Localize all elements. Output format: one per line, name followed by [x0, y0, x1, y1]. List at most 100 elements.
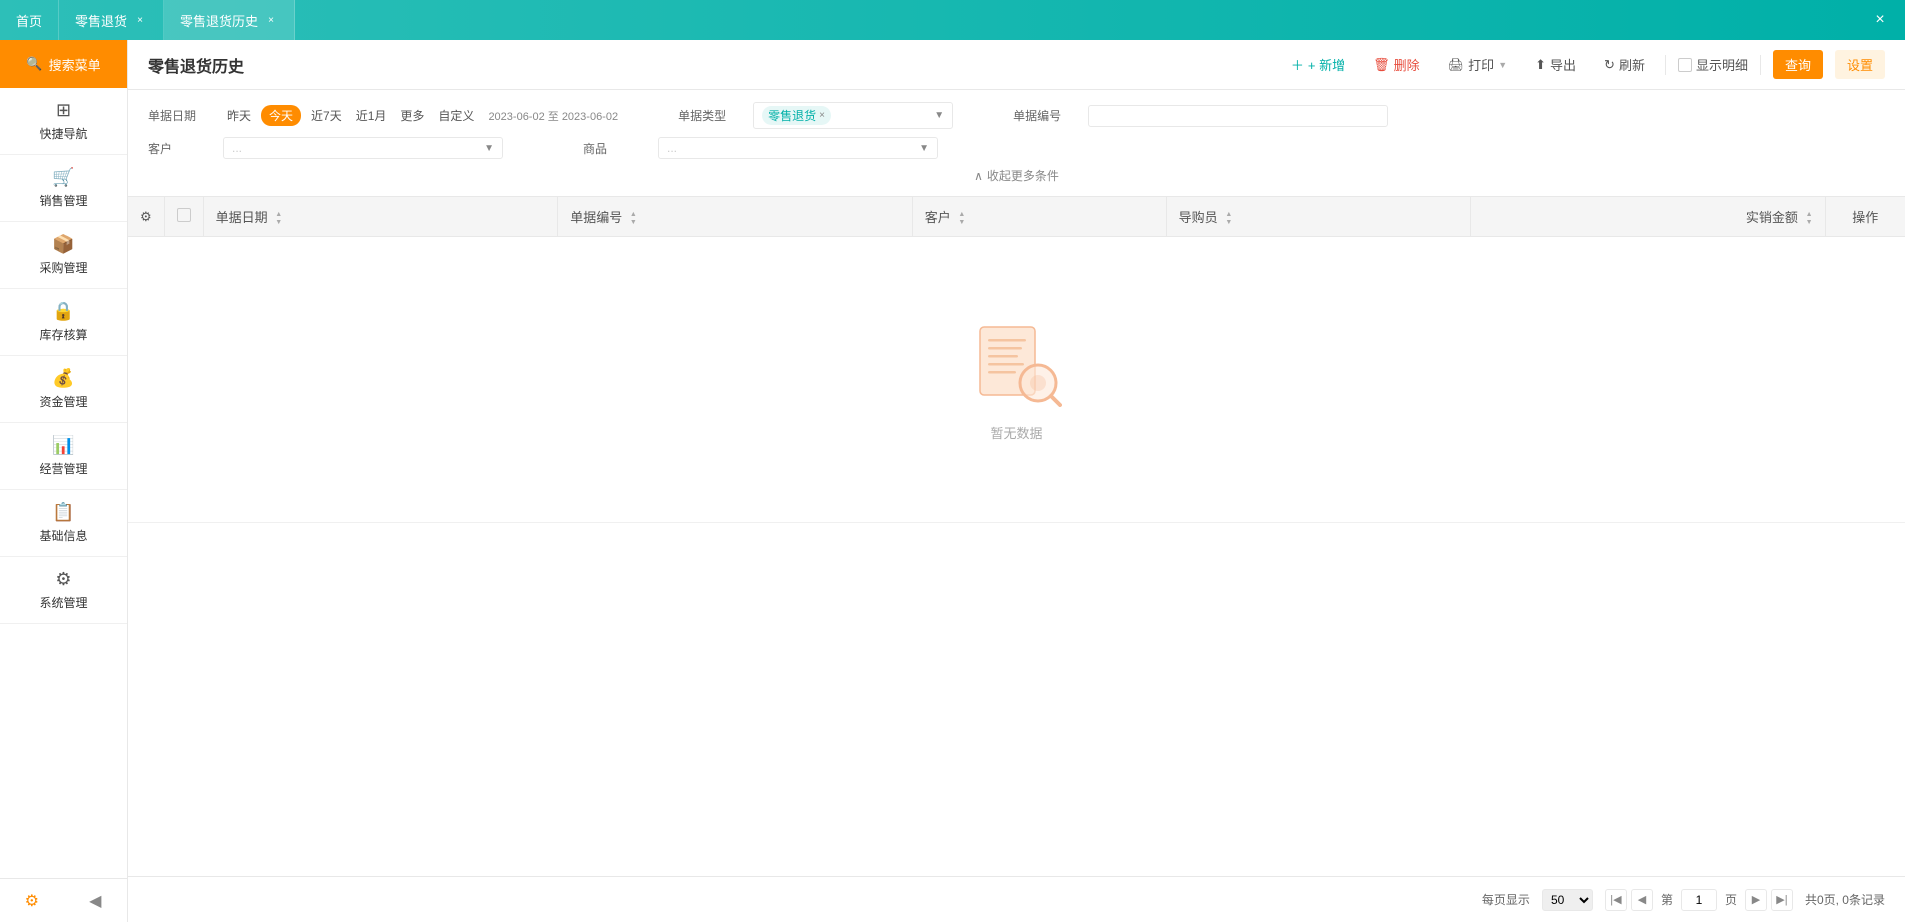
date-opt-today[interactable]: 今天: [261, 105, 301, 126]
page-unit: 页: [1725, 891, 1737, 908]
page-nav: |◀ ◀ 第 页 ▶ ▶|: [1605, 889, 1793, 911]
col-settings[interactable]: ⚙: [128, 197, 164, 237]
show-detail-label: 显示明细: [1696, 55, 1748, 74]
date-filter-label: 单据日期: [148, 107, 203, 124]
col-actions: 操作: [1825, 197, 1905, 237]
show-detail-toggle[interactable]: 显示明细: [1678, 55, 1748, 74]
filter-area: 单据日期 昨天 今天 近7天 近1月 更多 自定义 2023-06-02 至 2…: [128, 90, 1905, 197]
empty-text: 暂无数据: [990, 423, 1042, 442]
sidebar-search[interactable]: 🔍 搜索菜单: [0, 40, 127, 88]
doc-type-selector[interactable]: 零售退货 × ▼: [753, 102, 953, 129]
sidebar-gear-icon: ⚙: [25, 891, 39, 911]
col-doc-no[interactable]: 单据编号 ▲▼: [558, 197, 913, 237]
export-button[interactable]: ⬆ 导出: [1527, 51, 1584, 78]
guide-sort-icon: ▲▼: [1225, 211, 1232, 226]
customer-dropdown-arrow: ▼: [484, 143, 494, 154]
col-doc-date[interactable]: 单据日期 ▲▼: [203, 197, 558, 237]
window-close-button[interactable]: ×: [1855, 0, 1905, 40]
refresh-button[interactable]: ↻ 刷新: [1596, 51, 1653, 78]
goods-placeholder: ...: [667, 141, 677, 155]
sidebar-item-system-label: 系统管理: [39, 594, 87, 611]
date-opt-custom[interactable]: 自定义: [434, 105, 478, 126]
tab-home-label: 首页: [16, 11, 42, 30]
date-opt-yesterday[interactable]: 昨天: [223, 105, 255, 126]
col-guide[interactable]: 导购员 ▲▼: [1166, 197, 1470, 237]
sidebar: 🔍 搜索菜单 ⊞ 快捷导航 🛒 销售管理 📦 采购管理 🔒 库存核算 💰 资金管…: [0, 40, 128, 922]
page-number-input[interactable]: [1681, 889, 1717, 911]
page-first-button[interactable]: |◀: [1605, 889, 1627, 911]
date-opt-last-month[interactable]: 近1月: [352, 105, 391, 126]
toolbar-divider: [1665, 55, 1666, 75]
doc-type-tag-remove[interactable]: ×: [819, 110, 825, 121]
export-label: 导出: [1550, 55, 1576, 74]
toolbar-divider-2: [1760, 55, 1761, 75]
new-icon: ＋: [1291, 55, 1304, 74]
data-table: ⚙ 单据日期 ▲▼ 单据编号: [128, 197, 1905, 523]
select-all-checkbox[interactable]: [177, 208, 191, 222]
tab-retail-return[interactable]: 零售退货 ×: [59, 0, 164, 40]
content-area: 零售退货历史 ＋ + 新增 🗑 删除 🖨 打印 ▼ ⬆ 导出: [128, 40, 1905, 922]
amount-sort-icon: ▲▼: [1806, 211, 1813, 226]
goods-selector[interactable]: ... ▼: [658, 137, 938, 159]
sidebar-item-operations[interactable]: 📊 经营管理: [0, 423, 127, 490]
per-page-select[interactable]: 50 10 20 100: [1542, 889, 1593, 911]
doc-no-input[interactable]: [1088, 105, 1388, 127]
sidebar-item-basic-info-label: 基础信息: [39, 527, 87, 544]
filter-row-1: 单据日期 昨天 今天 近7天 近1月 更多 自定义 2023-06-02 至 2…: [148, 102, 1885, 129]
operations-icon: 📊: [52, 435, 74, 456]
tab-retail-return-history[interactable]: 零售退货历史 ×: [164, 0, 295, 40]
doc-type-label: 单据类型: [678, 107, 733, 124]
table-footer: 每页显示 50 10 20 100 |◀ ◀ 第 页 ▶ ▶| 共0页, 0条记…: [128, 876, 1905, 922]
date-opt-last7[interactable]: 近7天: [307, 105, 346, 126]
sidebar-item-purchase-label: 采购管理: [39, 259, 87, 276]
total-info: 共0页, 0条记录: [1805, 891, 1885, 908]
main-layout: 🔍 搜索菜单 ⊞ 快捷导航 🛒 销售管理 📦 采购管理 🔒 库存核算 💰 资金管…: [0, 40, 1905, 922]
settings-button[interactable]: 设置: [1835, 50, 1885, 79]
refresh-label: 刷新: [1619, 55, 1645, 74]
sidebar-item-basic-info[interactable]: 📋 基础信息: [0, 490, 127, 557]
sidebar-item-system[interactable]: ⚙ 系统管理: [0, 557, 127, 624]
sidebar-item-finance[interactable]: 💰 资金管理: [0, 356, 127, 423]
sidebar-item-operations-label: 经营管理: [39, 460, 87, 477]
tab-retail-return-history-close[interactable]: ×: [264, 13, 278, 27]
empty-icon: [972, 317, 1062, 407]
delete-button[interactable]: 🗑 删除: [1365, 51, 1428, 78]
sidebar-settings-button[interactable]: ⚙: [0, 879, 64, 922]
col-checkbox[interactable]: [164, 197, 203, 237]
query-button[interactable]: 查询: [1773, 50, 1823, 79]
customer-selector[interactable]: ... ▼: [223, 137, 503, 159]
sidebar-item-inventory[interactable]: 🔒 库存核算: [0, 289, 127, 356]
inventory-icon: 🔒: [52, 301, 74, 322]
date-options: 昨天 今天 近7天 近1月 更多 自定义 2023-06-02 至 2023-0…: [223, 105, 618, 126]
page-next-button[interactable]: ▶: [1745, 889, 1767, 911]
goods-dropdown-arrow: ▼: [919, 143, 929, 154]
tab-home[interactable]: 首页: [0, 0, 59, 40]
delete-icon: 🗑: [1373, 57, 1390, 73]
tab-retail-return-close[interactable]: ×: [133, 13, 147, 27]
sidebar-item-purchase[interactable]: 📦 采购管理: [0, 222, 127, 289]
export-icon: ⬆: [1535, 57, 1546, 73]
col-customer[interactable]: 客户 ▲▼: [912, 197, 1166, 237]
sidebar-item-inventory-label: 库存核算: [39, 326, 87, 343]
customer-sort-icon: ▲▼: [958, 211, 965, 226]
sidebar-collapse-button[interactable]: ◀: [64, 879, 128, 922]
col-amount[interactable]: 实销金额 ▲▼: [1470, 197, 1825, 237]
sidebar-item-sales[interactable]: 🛒 销售管理: [0, 155, 127, 222]
new-button[interactable]: ＋ + 新增: [1283, 51, 1353, 78]
table-settings-icon[interactable]: ⚙: [140, 209, 152, 224]
search-icon: 🔍: [26, 56, 42, 72]
sidebar-bottom: ⚙ ◀: [0, 878, 127, 922]
print-button[interactable]: 🖨 打印 ▼: [1440, 51, 1515, 78]
empty-illustration: [972, 317, 1062, 407]
quick-nav-icon: ⊞: [56, 100, 71, 121]
settings-label: 设置: [1847, 55, 1873, 74]
tab-retail-return-history-label: 零售退货历史: [180, 11, 258, 30]
page-text: 第: [1661, 891, 1673, 908]
new-label: + 新增: [1308, 55, 1345, 74]
page-prev-button[interactable]: ◀: [1631, 889, 1653, 911]
date-opt-more[interactable]: 更多: [396, 105, 428, 126]
page-last-button[interactable]: ▶|: [1771, 889, 1793, 911]
collapse-button[interactable]: ∧ 收起更多条件: [974, 167, 1059, 184]
show-detail-checkbox[interactable]: [1678, 58, 1692, 72]
sidebar-item-quick-nav[interactable]: ⊞ 快捷导航: [0, 88, 127, 155]
